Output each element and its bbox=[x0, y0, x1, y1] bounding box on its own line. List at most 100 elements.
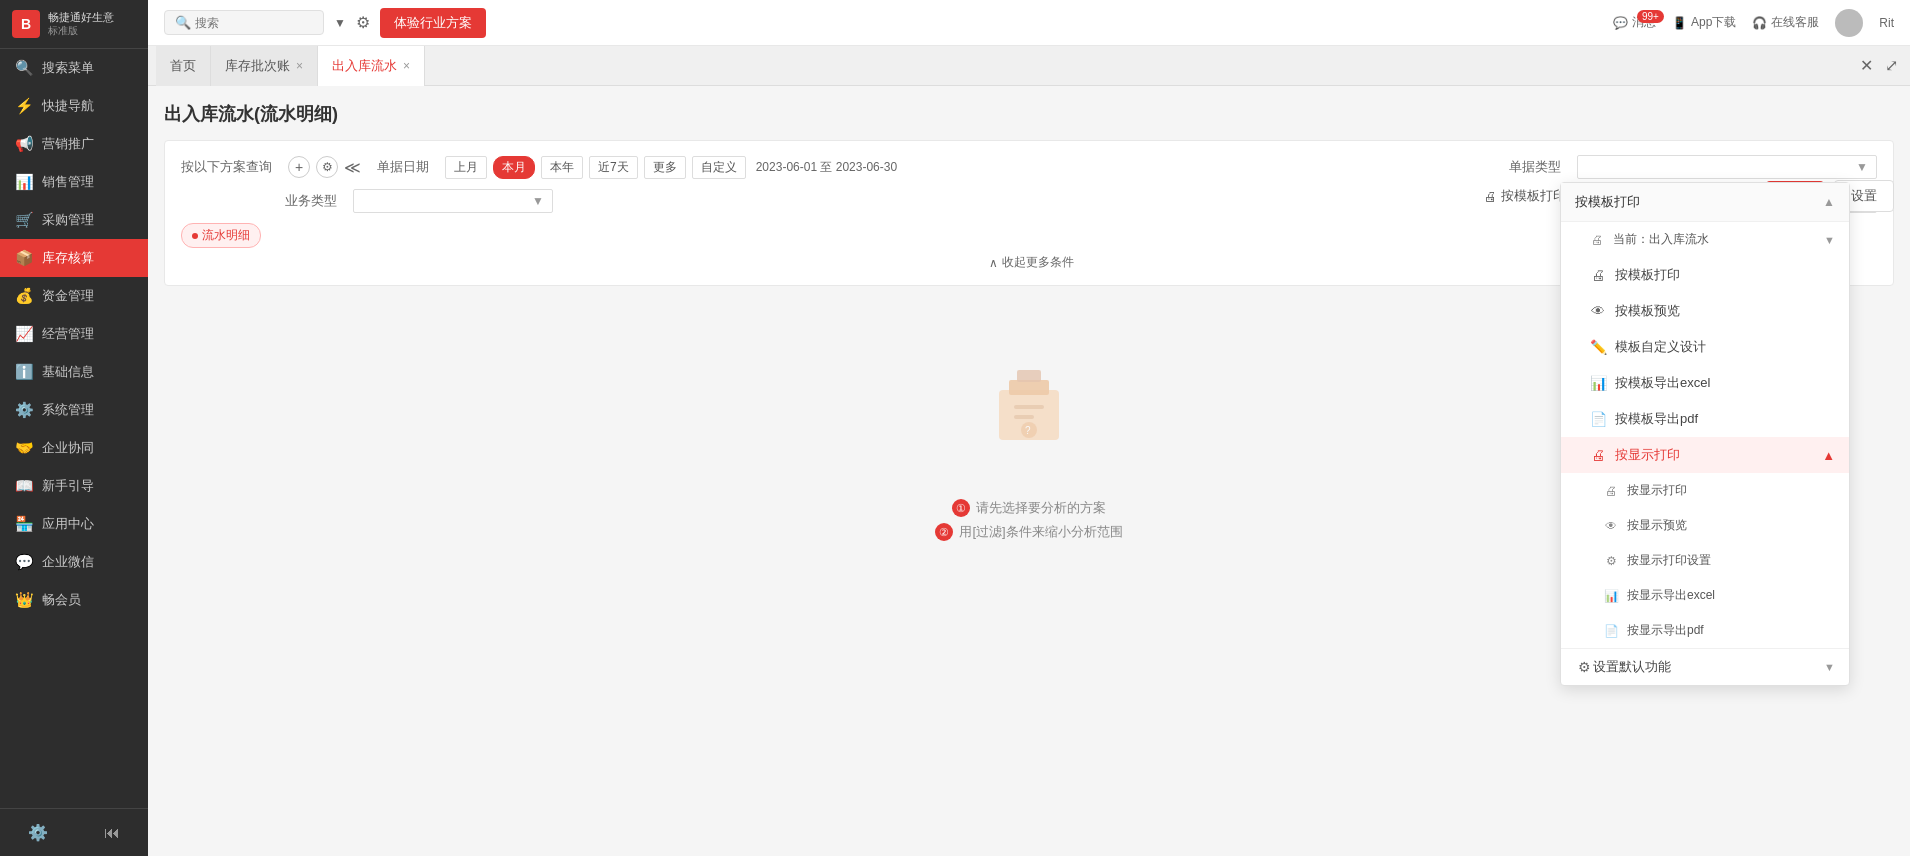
biz-select[interactable]: ▼ bbox=[353, 189, 553, 213]
sub-filter-tag[interactable]: 流水明细 bbox=[181, 223, 261, 248]
display-preview-icon: 👁 bbox=[1603, 518, 1619, 534]
sidebar-item-label: 新手引导 bbox=[42, 477, 94, 495]
dp-current-label: 当前：出入库流水 bbox=[1613, 231, 1709, 248]
message-icon: 💬 bbox=[1613, 16, 1628, 30]
dp-display-excel[interactable]: 📊 按显示导出excel bbox=[1561, 578, 1849, 613]
dp-expand-left: 🖨 按显示打印 bbox=[1589, 446, 1680, 464]
sidebar-item-operations[interactable]: 📈 经营管理 bbox=[0, 315, 148, 353]
date-more[interactable]: 更多 bbox=[644, 156, 686, 179]
sidebar-item-wechat[interactable]: 💬 企业微信 bbox=[0, 543, 148, 581]
app-label: App下载 bbox=[1691, 14, 1736, 31]
sidebar: B 畅捷通好生意 标准版 🔍 搜索菜单 ⚡ 快捷导航 📢 营销推广 📊 销售管理… bbox=[0, 0, 148, 856]
topbar-search-box[interactable]: 🔍 bbox=[164, 10, 324, 35]
service-button[interactable]: 🎧 在线客服 bbox=[1752, 14, 1819, 31]
tab-expand-button[interactable]: ⤢ bbox=[1881, 52, 1902, 79]
sidebar-item-system[interactable]: ⚙️ 系统管理 bbox=[0, 391, 148, 429]
sidebar-item-sales[interactable]: 📊 销售管理 bbox=[0, 163, 148, 201]
trial-button[interactable]: 体验行业方案 bbox=[380, 8, 486, 38]
dp-item-template-print[interactable]: 🖨 按模板打印 bbox=[1561, 257, 1849, 293]
tab-home[interactable]: 首页 bbox=[156, 46, 211, 86]
dp-display-preview[interactable]: 👁 按显示预览 bbox=[1561, 508, 1849, 543]
dp-display-print[interactable]: 🖨 按显示打印 bbox=[1561, 473, 1849, 508]
sidebar-item-shortcut[interactable]: ⚡ 快捷导航 bbox=[0, 87, 148, 125]
search-input[interactable] bbox=[195, 16, 295, 30]
sidebar-item-enterprise[interactable]: 🤝 企业协同 bbox=[0, 429, 148, 467]
sidebar-item-marketing[interactable]: 📢 营销推广 bbox=[0, 125, 148, 163]
app-download-button[interactable]: 📱 App下载 bbox=[1672, 14, 1736, 31]
tab-flow[interactable]: 出入库流水 × bbox=[318, 46, 425, 86]
tab-flow-close[interactable]: × bbox=[403, 59, 410, 73]
settings-bottom-icon[interactable]: ⚙️ bbox=[22, 817, 54, 848]
dp-footer[interactable]: ⚙ 设置默认功能 ▼ bbox=[1561, 648, 1849, 685]
sidebar-item-guide[interactable]: 📖 新手引导 bbox=[0, 467, 148, 505]
dp-item-template-excel[interactable]: 📊 按模板导出excel bbox=[1561, 365, 1849, 401]
hint-1: ① 请先选择要分析的方案 bbox=[952, 499, 1106, 517]
sidebar-item-label: 系统管理 bbox=[42, 401, 94, 419]
date-7days[interactable]: 近7天 bbox=[589, 156, 638, 179]
content-area: 出入库流水(流水明细) 🖨 按模板打印 ▲ 📤 导出 🔄 刷新 ... 查询 设… bbox=[148, 86, 1910, 856]
dp-item-template-pdf[interactable]: 📄 按模板导出pdf bbox=[1561, 401, 1849, 437]
current-icon: 🖨 bbox=[1589, 232, 1605, 248]
dp-display-settings[interactable]: ⚙ 按显示打印设置 bbox=[1561, 543, 1849, 578]
message-badge: 99+ bbox=[1637, 10, 1664, 23]
topbar: 🔍 ▼ ⚙ 体验行业方案 💬 消息 99+ 📱 App下载 🎧 在线客服 Rit bbox=[148, 0, 1910, 46]
dp-display-print-section[interactable]: 🖨 按显示打印 ▲ bbox=[1561, 437, 1849, 473]
username[interactable]: Rit bbox=[1879, 16, 1894, 30]
dp-item-template-preview[interactable]: 👁 按模板预览 bbox=[1561, 293, 1849, 329]
topbar-right: 💬 消息 99+ 📱 App下载 🎧 在线客服 Rit bbox=[1613, 9, 1894, 37]
type-select[interactable]: ▼ bbox=[1577, 155, 1877, 179]
dp-sub-label: 按显示预览 bbox=[1627, 517, 1687, 534]
tabbar-right: ✕ ⤢ bbox=[1856, 52, 1910, 79]
dp-sub-label: 按显示导出pdf bbox=[1627, 622, 1704, 639]
filter-section-label: 按以下方案查询 bbox=[181, 158, 272, 176]
filter-settings-button[interactable]: ⚙ bbox=[316, 156, 338, 178]
date-custom[interactable]: 自定义 bbox=[692, 156, 746, 179]
dropdown-collapse-arrow[interactable]: ▲ bbox=[1823, 195, 1835, 209]
app-logo: B 畅捷通好生意 标准版 bbox=[0, 0, 148, 49]
dp-item-template-custom[interactable]: ✏️ 模板自定义设计 bbox=[1561, 329, 1849, 365]
date-last-month[interactable]: 上月 bbox=[445, 156, 487, 179]
operations-icon: 📈 bbox=[14, 325, 34, 343]
sidebar-item-inventory[interactable]: 📦 库存核算 bbox=[0, 239, 148, 277]
hint-num-1: ① bbox=[952, 499, 970, 517]
expand-arrow: ▲ bbox=[1822, 448, 1835, 463]
display-excel-icon: 📊 bbox=[1603, 588, 1619, 604]
tag-label: 流水明细 bbox=[202, 227, 250, 244]
date-this-month[interactable]: 本月 bbox=[493, 156, 535, 179]
svg-text:?: ? bbox=[1025, 425, 1031, 436]
sidebar-item-member[interactable]: 👑 畅会员 bbox=[0, 581, 148, 619]
sidebar-item-label: 企业协同 bbox=[42, 439, 94, 457]
sidebar-item-purchase[interactable]: 🛒 采购管理 bbox=[0, 201, 148, 239]
sidebar-item-basic[interactable]: ℹ️ 基础信息 bbox=[0, 353, 148, 391]
dp-item-label: 按模板打印 bbox=[1615, 266, 1680, 284]
sidebar-item-finance[interactable]: 💰 资金管理 bbox=[0, 277, 148, 315]
tab-batch-close[interactable]: × bbox=[296, 59, 303, 73]
dp-current[interactable]: 🖨 当前：出入库流水 ▼ bbox=[1561, 222, 1849, 257]
filter-collapse-button[interactable]: ≪ bbox=[344, 158, 361, 177]
sidebar-item-label: 库存核算 bbox=[42, 249, 94, 267]
svg-rect-3 bbox=[1014, 405, 1044, 409]
collapse-icon: ∧ bbox=[989, 256, 998, 270]
topbar-gear-icon[interactable]: ⚙ bbox=[356, 13, 370, 32]
topbar-dropdown-arrow[interactable]: ▼ bbox=[334, 16, 346, 30]
tab-batch[interactable]: 库存批次账 × bbox=[211, 46, 318, 86]
hint-num-2: ② bbox=[935, 523, 953, 541]
avatar[interactable] bbox=[1835, 9, 1863, 37]
sidebar-item-label: 采购管理 bbox=[42, 211, 94, 229]
collapse-icon[interactable]: ⏮ bbox=[98, 818, 126, 848]
dp-sub-label: 按显示打印设置 bbox=[1627, 552, 1711, 569]
date-filters: 上月 本月 本年 近7天 更多 自定义 2023-06-01 至 2023-06… bbox=[445, 156, 897, 179]
sidebar-item-appstore[interactable]: 🏪 应用中心 bbox=[0, 505, 148, 543]
wechat-icon: 💬 bbox=[14, 553, 34, 571]
hint-text-2: 用[过滤]条件来缩小分析范围 bbox=[959, 523, 1122, 541]
sidebar-item-search[interactable]: 🔍 搜索菜单 bbox=[0, 49, 148, 87]
filter-add-button[interactable]: + bbox=[288, 156, 310, 178]
sidebar-item-label: 畅会员 bbox=[42, 591, 81, 609]
template-pdf-icon: 📄 bbox=[1589, 410, 1607, 428]
date-this-year[interactable]: 本年 bbox=[541, 156, 583, 179]
tab-close-all-button[interactable]: ✕ bbox=[1856, 52, 1877, 79]
sidebar-item-label: 营销推广 bbox=[42, 135, 94, 153]
dp-display-pdf[interactable]: 📄 按显示导出pdf bbox=[1561, 613, 1849, 648]
dropdown-header: 按模板打印 ▲ bbox=[1561, 183, 1849, 222]
message-button[interactable]: 💬 消息 99+ bbox=[1613, 14, 1656, 31]
